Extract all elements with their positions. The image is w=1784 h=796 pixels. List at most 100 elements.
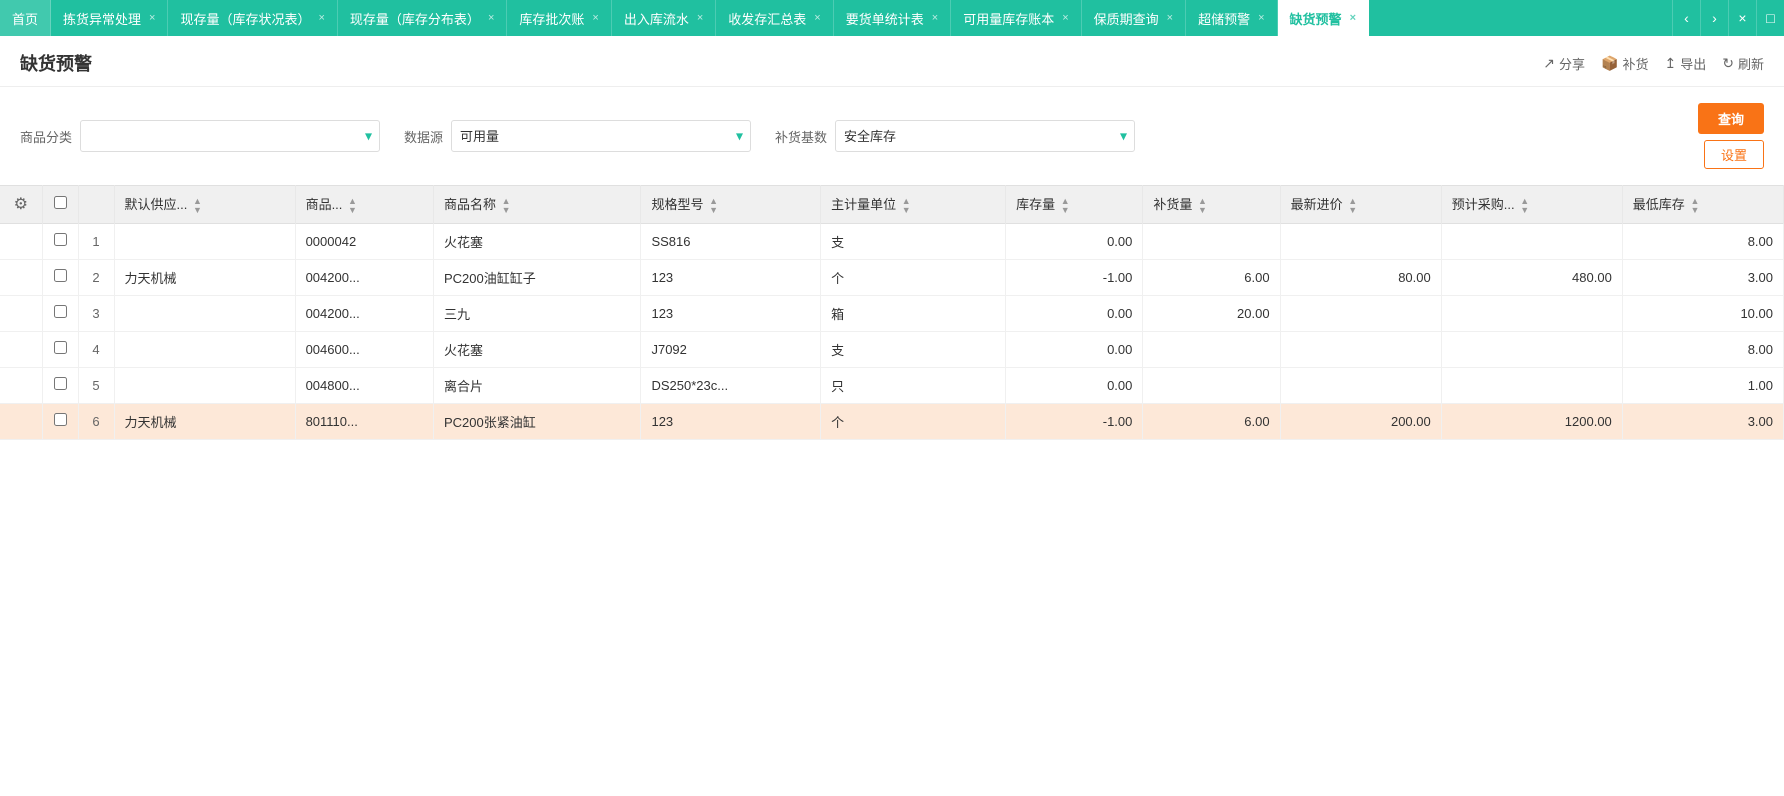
nav-tab-label-11: 缺货预警 xyxy=(1290,9,1342,28)
nav-tab-close-6[interactable]: × xyxy=(814,12,820,24)
share-icon: ↗ xyxy=(1543,55,1555,72)
row-checkbox-cell-5[interactable] xyxy=(42,403,78,439)
row-checkbox-4[interactable] xyxy=(54,377,67,390)
nav-tab-close-10[interactable]: × xyxy=(1258,12,1264,24)
col-header-latest-price[interactable]: 最新进价 ▲▼ xyxy=(1280,186,1441,224)
row-checkbox-3[interactable] xyxy=(54,341,67,354)
nav-tab-close-2[interactable]: × xyxy=(318,12,324,24)
row-checkbox-cell-4[interactable] xyxy=(42,367,78,403)
nav-tab-10[interactable]: 超储预警× xyxy=(1186,0,1277,36)
col-header-spec[interactable]: 规格型号 ▲▼ xyxy=(641,186,821,224)
table-row: 3 004200... 三九 123 箱 0.00 20.00 10.00 xyxy=(0,295,1784,331)
nav-tab-close-4[interactable]: × xyxy=(592,12,598,24)
nav-close-btn[interactable]: × xyxy=(1728,0,1756,36)
row-latest-price-2 xyxy=(1280,295,1441,331)
col-header-replenish[interactable]: 补货量 ▲▼ xyxy=(1143,186,1280,224)
export-icon: ↥ xyxy=(1665,55,1677,72)
nav-tab-0[interactable]: 首页 xyxy=(0,0,51,36)
export-button[interactable]: ↥ 导出 xyxy=(1665,54,1707,73)
col-header-unit[interactable]: 主计量单位 ▲▼ xyxy=(821,186,1006,224)
table-header-row: ⚙ 默认供应... ▲▼ 商品... ▲▼ 商品名称 xyxy=(0,186,1784,224)
col-replenish-label: 补货量 xyxy=(1153,197,1192,212)
share-button[interactable]: ↗ 分享 xyxy=(1543,54,1585,73)
col-product-code-label: 商品... xyxy=(306,197,343,212)
row-product-code-1: 004200... xyxy=(295,259,433,295)
row-checkbox-1[interactable] xyxy=(54,269,67,282)
row-checkbox-cell-3[interactable] xyxy=(42,331,78,367)
row-min-stock-1: 3.00 xyxy=(1622,259,1783,295)
main-table: ⚙ 默认供应... ▲▼ 商品... ▲▼ 商品名称 xyxy=(0,185,1784,440)
row-num-5: 6 xyxy=(78,403,114,439)
table-row: 6 力天机械 801110... PC200张紧油缸 123 个 -1.00 6… xyxy=(0,403,1784,439)
nav-tab-8[interactable]: 可用量库存账本 × xyxy=(951,0,1081,36)
row-replenish-2: 20.00 xyxy=(1143,295,1280,331)
nav-tab-9[interactable]: 保质期查询 × xyxy=(1082,0,1186,36)
col-header-product-code[interactable]: 商品... ▲▼ xyxy=(295,186,433,224)
nav-tab-3[interactable]: 现存量（库存分布表）× xyxy=(338,0,507,36)
replenish-base-select-wrapper: 安全库存 xyxy=(835,120,1135,152)
row-min-stock-5: 3.00 xyxy=(1622,403,1783,439)
col-min-stock-label: 最低库存 xyxy=(1633,197,1685,212)
table-settings-icon[interactable]: ⚙ xyxy=(14,194,28,214)
nav-tab-1[interactable]: 拣货异常处理× xyxy=(51,0,168,36)
category-select[interactable] xyxy=(80,120,380,152)
row-spec-3: J7092 xyxy=(641,331,821,367)
col-header-est-purchase[interactable]: 预计采购... ▲▼ xyxy=(1441,186,1622,224)
row-unit-5: 个 xyxy=(821,403,1006,439)
nav-tab-5[interactable]: 出入库流水× xyxy=(612,0,716,36)
datasource-select-wrapper: 可用量 xyxy=(451,120,751,152)
settings-button[interactable]: 设置 xyxy=(1704,140,1764,169)
row-spec-2: 123 xyxy=(641,295,821,331)
nav-tab-close-3[interactable]: × xyxy=(488,12,494,24)
row-product-name-5: PC200张紧油缸 xyxy=(433,403,640,439)
nav-tab-6[interactable]: 收发存汇总表× xyxy=(716,0,833,36)
sort-latest-price-icon: ▲▼ xyxy=(1348,197,1357,215)
nav-tab-label-8: 可用量库存账本 xyxy=(963,9,1054,28)
select-all-checkbox[interactable] xyxy=(54,196,67,209)
row-checkbox-cell-1[interactable] xyxy=(42,259,78,295)
col-header-product-name[interactable]: 商品名称 ▲▼ xyxy=(433,186,640,224)
category-label: 商品分类 xyxy=(20,127,72,146)
table-row: 4 004600... 火花塞 J7092 支 0.00 8.00 xyxy=(0,331,1784,367)
col-stock-label: 库存量 xyxy=(1016,197,1055,212)
query-button[interactable]: 查询 xyxy=(1698,103,1764,134)
row-product-name-1: PC200油缸缸子 xyxy=(433,259,640,295)
nav-scroll-left-btn[interactable]: ‹ xyxy=(1672,0,1700,36)
nav-tab-11[interactable]: 缺货预警 × xyxy=(1278,0,1369,36)
col-header-checkbox[interactable] xyxy=(42,186,78,224)
datasource-select[interactable]: 可用量 xyxy=(451,120,751,152)
row-checkbox-cell-0[interactable] xyxy=(42,223,78,259)
nav-tab-close-9[interactable]: × xyxy=(1167,12,1173,24)
row-product-code-5: 801110... xyxy=(295,403,433,439)
row-product-code-0: 0000042 xyxy=(295,223,433,259)
row-latest-price-5: 200.00 xyxy=(1280,403,1441,439)
replenish-button[interactable]: 📦 补货 xyxy=(1601,54,1648,73)
nav-tab-2[interactable]: 现存量（库存状况表）× xyxy=(168,0,337,36)
replenish-base-select[interactable]: 安全库存 xyxy=(835,120,1135,152)
col-header-min-stock[interactable]: 最低库存 ▲▼ xyxy=(1622,186,1783,224)
nav-tab-4[interactable]: 库存批次账× xyxy=(507,0,611,36)
row-checkbox-5[interactable] xyxy=(54,413,67,426)
col-header-stock[interactable]: 库存量 ▲▼ xyxy=(1006,186,1143,224)
row-unit-4: 只 xyxy=(821,367,1006,403)
datasource-filter-group: 数据源 可用量 xyxy=(404,120,751,152)
row-checkbox-0[interactable] xyxy=(54,233,67,246)
col-header-num xyxy=(78,186,114,224)
nav-tab-7[interactable]: 要货单统计表× xyxy=(834,0,951,36)
filter-actions: 查询 设置 xyxy=(1698,103,1764,169)
nav-tab-close-5[interactable]: × xyxy=(697,12,703,24)
row-unit-0: 支 xyxy=(821,223,1006,259)
nav-tab-close-1[interactable]: × xyxy=(149,12,155,24)
row-checkbox-cell-2[interactable] xyxy=(42,295,78,331)
nav-tab-close-11[interactable]: × xyxy=(1350,12,1356,24)
refresh-button[interactable]: ↻ 刷新 xyxy=(1722,54,1764,73)
col-header-supplier[interactable]: 默认供应... ▲▼ xyxy=(114,186,295,224)
nav-scroll-right-btn[interactable]: › xyxy=(1700,0,1728,36)
col-header-settings[interactable]: ⚙ xyxy=(0,186,42,224)
nav-fullscreen-btn[interactable]: □ xyxy=(1756,0,1784,36)
row-checkbox-2[interactable] xyxy=(54,305,67,318)
nav-tab-close-7[interactable]: × xyxy=(932,12,938,24)
nav-tab-label-9: 保质期查询 xyxy=(1094,9,1159,28)
nav-tab-close-8[interactable]: × xyxy=(1062,12,1068,24)
row-stock-2: 0.00 xyxy=(1006,295,1143,331)
